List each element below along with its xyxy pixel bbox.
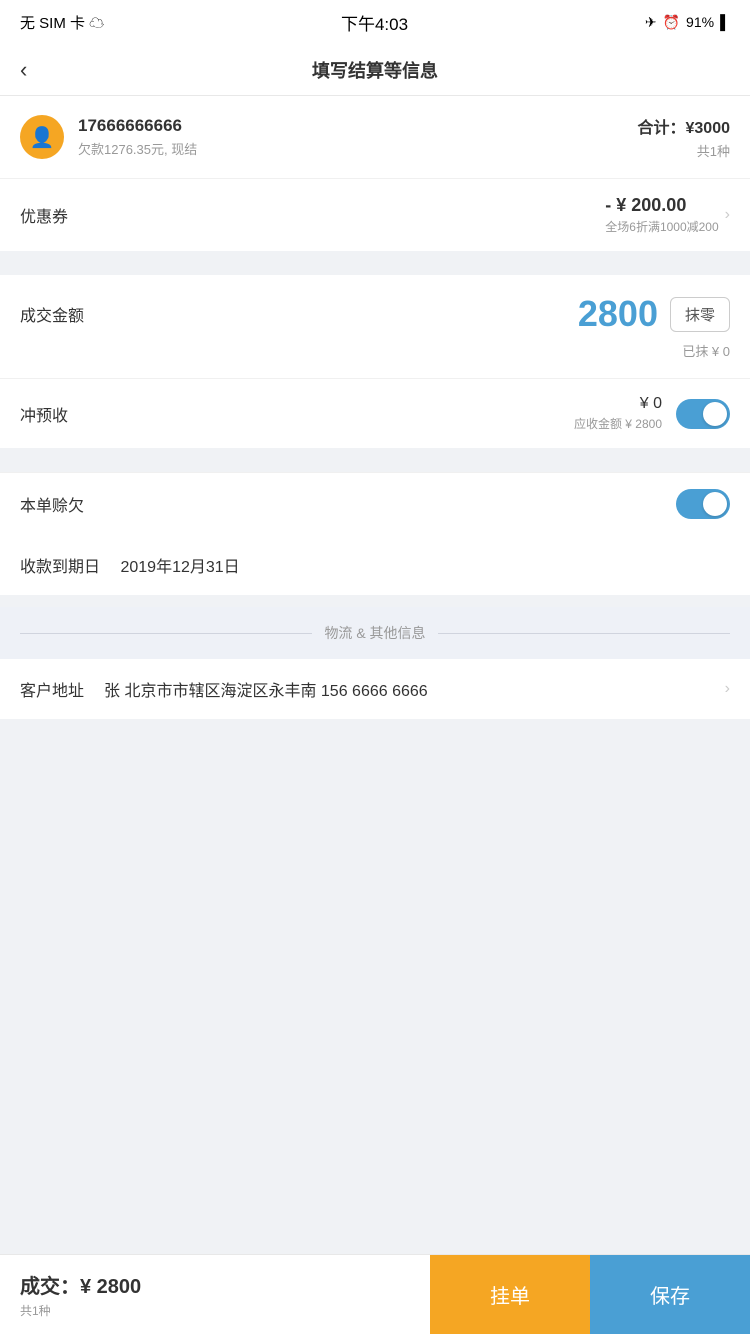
debit-section: 本单赊欠 收款到期日 2019年12月31日 [0, 472, 750, 595]
bottom-count: 共1种 [20, 1302, 410, 1319]
amount-row-area: 成交金额 2800 抹零 已抹 ¥ 0 [0, 275, 750, 378]
bottom-deal: 成交：¥ 2800 [20, 1270, 410, 1299]
customer-sub: 欠款1276.35元, 现结 [78, 139, 197, 158]
coupon-row[interactable]: 优惠券 - ¥ 200.00 全场6折满1000减200 › [0, 178, 750, 251]
coupon-label: 优惠券 [20, 203, 68, 227]
amount-value: 2800 [578, 293, 658, 335]
customer-left: 👤 17666666666 欠款1276.35元, 现结 [20, 115, 197, 159]
coupon-desc: 全场6折满1000减200 [605, 218, 718, 235]
pre-collect-label: 冲预收 [20, 402, 68, 426]
coupon-right: - ¥ 200.00 全场6折满1000减200 › [605, 195, 730, 235]
customer-info: 17666666666 欠款1276.35元, 现结 [78, 116, 197, 158]
logistics-divider: 物流 & 其他信息 [0, 607, 750, 659]
nav-bar: ‹ 填写结算等信息 [0, 44, 750, 96]
status-left: 无 SIM 卡 ☁ [20, 12, 104, 33]
page-title: 填写结算等信息 [312, 57, 438, 83]
pre-collect-toggle[interactable] [676, 399, 730, 429]
hang-button[interactable]: 挂单 [430, 1255, 590, 1334]
coupon-chevron-icon: › [725, 206, 730, 224]
pre-collect-sub: 应收金额 ¥ 2800 [574, 415, 662, 432]
address-chevron-icon: › [725, 680, 730, 698]
divider-line-left [20, 633, 312, 634]
status-time: 下午4:03 [341, 10, 408, 35]
due-date-label: 收款到期日 [20, 559, 100, 576]
pre-collect-value: ¥ 0 [574, 395, 662, 413]
status-bar: 无 SIM 卡 ☁ 下午4:03 ✈ ⏰ 91% ▌ [0, 0, 750, 44]
separator-1 [0, 263, 750, 275]
debit-row: 本单赊欠 [0, 472, 750, 535]
alarm-icon: ⏰ [663, 14, 680, 31]
bottom-deal-amount: ¥ 2800 [80, 1276, 141, 1298]
separator-2 [0, 460, 750, 472]
avatar: 👤 [20, 115, 64, 159]
debit-toggle[interactable] [676, 489, 730, 519]
amount-value-area: 2800 抹零 [578, 293, 730, 335]
amount-label: 成交金额 [20, 302, 84, 326]
bottom-bar: 成交：¥ 2800 共1种 挂单 保存 [0, 1254, 750, 1334]
amount-section: 成交金额 2800 抹零 已抹 ¥ 0 冲预收 ¥ 0 应收金额 ¥ 2800 [0, 275, 750, 448]
coupon-discount: - ¥ 200.00 [605, 195, 718, 216]
pre-collect-right: ¥ 0 应收金额 ¥ 2800 [574, 395, 730, 432]
customer-section: 👤 17666666666 欠款1276.35元, 现结 合计：¥3000 共1… [0, 96, 750, 251]
customer-count: 共1种 [638, 141, 731, 160]
customer-row: 👤 17666666666 欠款1276.35元, 现结 合计：¥3000 共1… [0, 96, 750, 178]
amount-row: 成交金额 2800 抹零 [20, 293, 730, 335]
due-date-row: 收款到期日 2019年12月31日 [0, 535, 750, 595]
bottom-summary: 成交：¥ 2800 共1种 [0, 1270, 430, 1319]
customer-right: 合计：¥3000 共1种 [638, 114, 731, 160]
save-button[interactable]: 保存 [590, 1255, 750, 1334]
address-value: 张 北京市市辖区海淀区永丰南 156 6666 6666 [104, 677, 725, 701]
amount-sub-text: 已抹 ¥ 0 [20, 341, 730, 360]
due-date-value: 2019年12月31日 [120, 559, 239, 576]
customer-total: 合计：¥3000 [638, 114, 731, 138]
status-right: ✈ ⏰ 91% ▌ [645, 14, 730, 31]
battery-text: 91% [686, 14, 714, 30]
round-button[interactable]: 抹零 [670, 297, 730, 332]
address-label: 客户地址 [20, 677, 84, 701]
bottom-deal-label: 成交： [20, 1276, 80, 1298]
back-button[interactable]: ‹ [20, 57, 27, 83]
logistics-label: 物流 & 其他信息 [324, 623, 425, 643]
debit-label: 本单赊欠 [20, 492, 84, 516]
pre-collect-row: 冲预收 ¥ 0 应收金额 ¥ 2800 [0, 378, 750, 448]
pre-collect-value-area: ¥ 0 应收金额 ¥ 2800 [574, 395, 662, 432]
divider-line-right [438, 633, 730, 634]
content-spacer [0, 731, 750, 831]
address-row[interactable]: 客户地址 张 北京市市辖区海淀区永丰南 156 6666 6666 › [0, 659, 750, 719]
address-section: 客户地址 张 北京市市辖区海淀区永丰南 156 6666 6666 › [0, 659, 750, 719]
battery-icon: ▌ [720, 14, 730, 30]
no-sim-text: 无 SIM 卡 ☁ [20, 12, 104, 33]
location-icon: ✈ [645, 14, 657, 31]
customer-phone: 17666666666 [78, 116, 197, 136]
